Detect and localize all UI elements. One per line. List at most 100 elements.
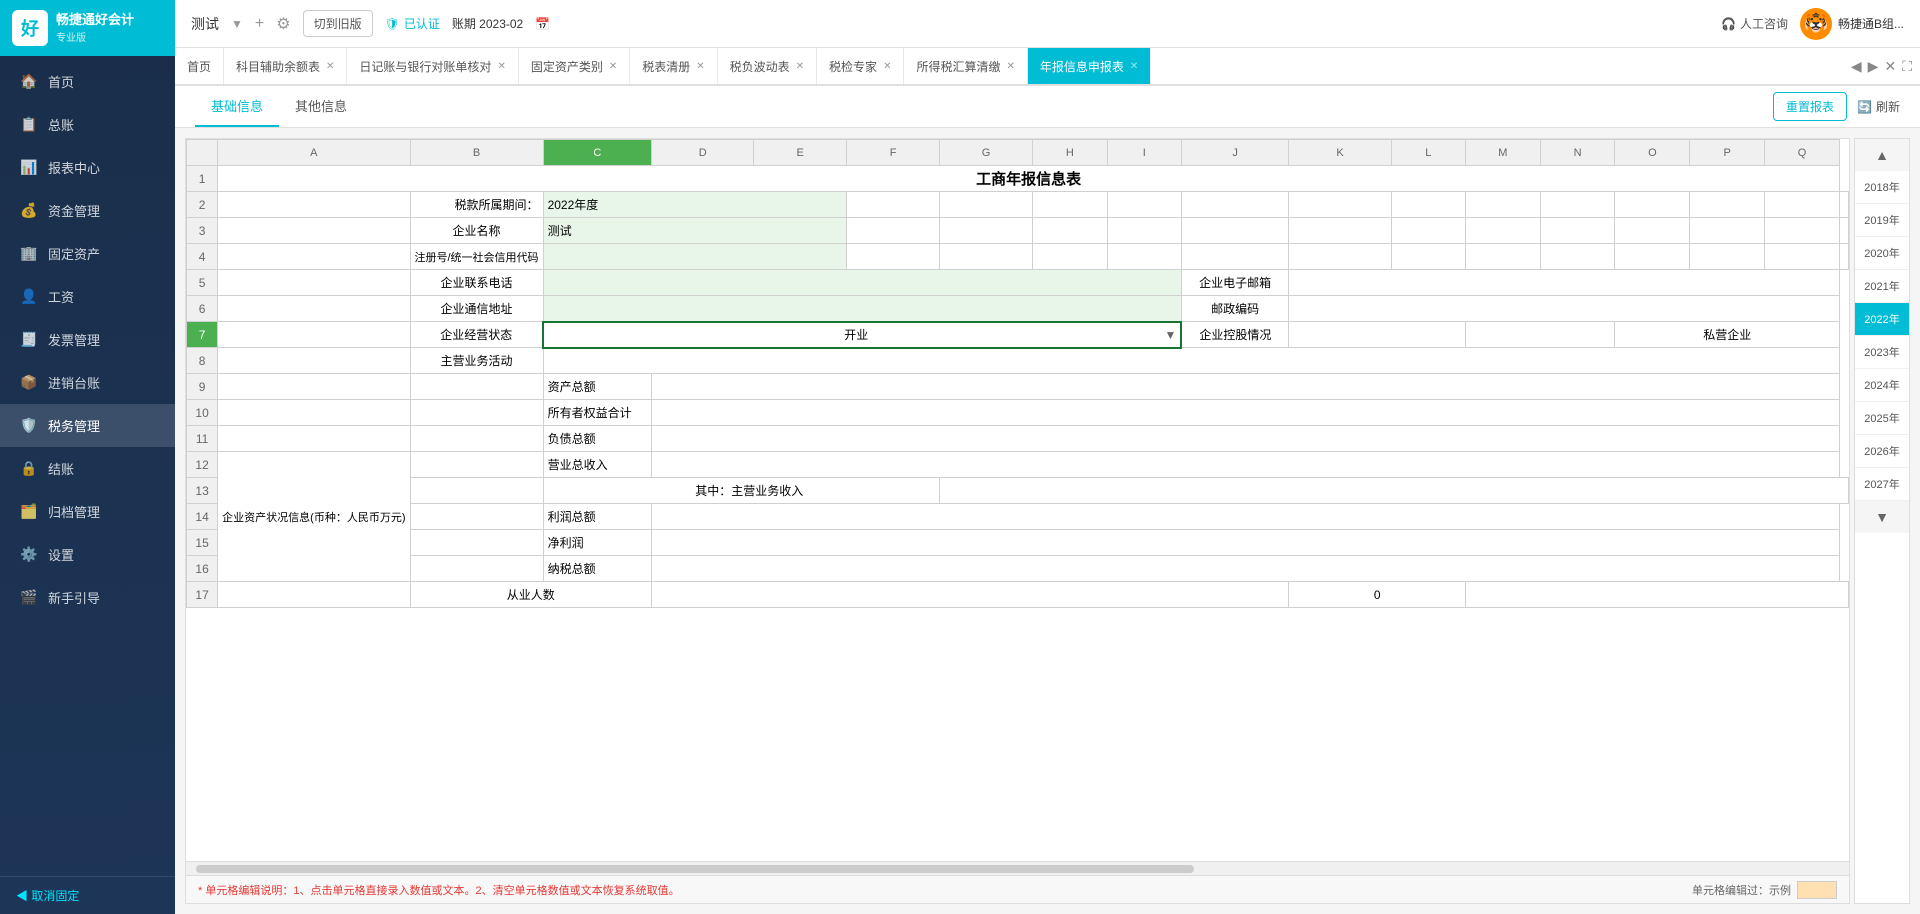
year-item-2024[interactable]: 2024年 [1855, 369, 1909, 402]
tab-annual[interactable]: 年报信息申报表 ✕ [1028, 48, 1151, 84]
tab-fixed-asset-close[interactable]: ✕ [609, 61, 617, 72]
tab-aux-close[interactable]: ✕ [326, 61, 334, 72]
sidebar-item-invoice[interactable]: 🧾 发票管理 [0, 318, 175, 361]
tab-aux[interactable]: 科目辅助余额表 ✕ [224, 48, 347, 84]
cell-15-c[interactable]: 净利润 [543, 530, 652, 556]
cell-3-n[interactable] [1615, 218, 1690, 244]
cell-3-e[interactable] [847, 218, 940, 244]
tab-expand-button[interactable]: ⛶ [1902, 58, 1912, 75]
cell-2-o[interactable] [1690, 192, 1765, 218]
year-item-2027[interactable]: 2027年 [1855, 468, 1909, 501]
cell-3-h[interactable] [1107, 218, 1181, 244]
cell-14-b[interactable] [410, 504, 543, 530]
topbar-user[interactable]: 🐯 畅捷通B组... [1800, 8, 1904, 40]
tab-annual-close[interactable]: ✕ [1130, 61, 1138, 72]
cell-4-b[interactable]: 注册号/统一社会信用代码 [410, 244, 543, 270]
year-item-2022[interactable]: 2022年 [1855, 303, 1909, 336]
year-item-2026[interactable]: 2026年 [1855, 435, 1909, 468]
sidebar-unpin-button[interactable]: ◀ 取消固定 [0, 876, 175, 914]
cell-4-k[interactable] [1391, 244, 1466, 270]
cell-3-o[interactable] [1690, 218, 1765, 244]
reset-report-button[interactable]: 重置报表 [1773, 92, 1847, 121]
horizontal-scrollbar[interactable] [186, 861, 1849, 875]
sidebar-item-salary[interactable]: 👤 工资 [0, 275, 175, 318]
cell-16-d[interactable] [652, 556, 1840, 582]
cell-3-k[interactable] [1391, 218, 1466, 244]
col-header-a[interactable]: A [218, 140, 410, 166]
cell-6-j[interactable]: 邮政编码 [1181, 296, 1289, 322]
cell-3-j[interactable] [1289, 218, 1391, 244]
cell-9-c[interactable]: 资产总额 [543, 374, 652, 400]
cell-8-b[interactable]: 主营业务活动 [410, 348, 543, 374]
cell-2-i[interactable] [1181, 192, 1289, 218]
cell-9-d[interactable] [652, 374, 1840, 400]
cell-17-k[interactable]: 0 [1289, 582, 1466, 608]
sidebar-item-stock[interactable]: 📦 进销台账 [0, 361, 175, 404]
sidebar-item-close[interactable]: 🔒 结账 [0, 447, 175, 490]
col-header-j[interactable]: J [1181, 140, 1289, 166]
sidebar-item-report[interactable]: 📊 报表中心 [0, 146, 175, 189]
cell-7-l[interactable] [1466, 322, 1615, 348]
year-item-2020[interactable]: 2020年 [1855, 237, 1909, 270]
cell-10-a[interactable] [218, 400, 410, 426]
cell-3-a[interactable] [218, 218, 410, 244]
subtab-basic[interactable]: 基础信息 [195, 86, 279, 127]
cell-3-b[interactable]: 企业名称 [410, 218, 543, 244]
cell-17-b[interactable]: 从业人数 [410, 582, 652, 608]
cell-6-b[interactable]: 企业通信地址 [410, 296, 543, 322]
cell-2-n[interactable] [1615, 192, 1690, 218]
cell-15-b[interactable] [410, 530, 543, 556]
cell-14-c[interactable]: 利润总额 [543, 504, 652, 530]
cell-4-p[interactable] [1765, 244, 1840, 270]
col-header-q[interactable]: Q [1765, 140, 1840, 166]
year-item-2018[interactable]: 2018年 [1855, 171, 1909, 204]
tab-journal[interactable]: 日记账与银行对账单核对 ✕ [347, 48, 518, 84]
cell-11-a[interactable] [218, 426, 410, 452]
cell-3-p[interactable] [1765, 218, 1840, 244]
cell-17-d[interactable] [652, 582, 1289, 608]
cell-6-a[interactable] [218, 296, 410, 322]
sidebar-item-settings[interactable]: ⚙️ 设置 [0, 533, 175, 576]
cell-7-j[interactable]: 企业控股情况 [1181, 322, 1289, 348]
cell-4-e[interactable] [847, 244, 940, 270]
cell-2-m[interactable] [1540, 192, 1615, 218]
cell-3-q[interactable] [1840, 218, 1849, 244]
col-header-g[interactable]: G [939, 140, 1032, 166]
sidebar-item-fund[interactable]: 💰 资金管理 [0, 189, 175, 232]
cell-13-c[interactable]: 其中：主营业务收入 [543, 478, 939, 504]
cell-3-g[interactable] [1032, 218, 1107, 244]
tab-journal-close[interactable]: ✕ [497, 61, 505, 72]
cell-2-b[interactable]: 税款所属期间： [410, 192, 543, 218]
cell-3-f[interactable] [939, 218, 1032, 244]
cell-4-o[interactable] [1690, 244, 1765, 270]
tab-income-tax[interactable]: 所得税汇算清缴 ✕ [904, 48, 1027, 84]
col-header-b[interactable]: B [410, 140, 543, 166]
cell-5-a[interactable] [218, 270, 410, 296]
cell-17-a[interactable] [218, 582, 410, 608]
cell-4-g[interactable] [1032, 244, 1107, 270]
col-header-c[interactable]: C [543, 140, 652, 166]
cell-16-c[interactable]: 纳税总额 [543, 556, 652, 582]
cell-5-k[interactable] [1289, 270, 1840, 296]
old-version-button[interactable]: 切到旧版 [303, 10, 373, 37]
sidebar-item-home[interactable]: 🏠 首页 [0, 60, 175, 103]
topbar-settings-button[interactable]: ⚙ [276, 14, 290, 34]
col-header-m[interactable]: M [1466, 140, 1541, 166]
cell-4-h[interactable] [1107, 244, 1181, 270]
cell-2-e[interactable] [847, 192, 940, 218]
cell-8-a[interactable] [218, 348, 410, 374]
topbar-chevron-icon[interactable]: ▼ [231, 17, 243, 31]
cell-2-k[interactable] [1391, 192, 1466, 218]
cell-4-i[interactable] [1181, 244, 1289, 270]
cell-2-c[interactable]: 2022年度 [543, 192, 847, 218]
tab-prev-button[interactable]: ◀ [1851, 58, 1862, 75]
cell-4-f[interactable] [939, 244, 1032, 270]
cell-4-j[interactable] [1289, 244, 1391, 270]
col-header-i[interactable]: I [1107, 140, 1181, 166]
col-header-h[interactable]: H [1032, 140, 1107, 166]
year-item-2021[interactable]: 2021年 [1855, 270, 1909, 303]
cell-6-c[interactable] [543, 296, 1181, 322]
cell-17-l[interactable] [1466, 582, 1849, 608]
cell-3-c[interactable]: 测试 [543, 218, 847, 244]
cell-6-k[interactable] [1289, 296, 1840, 322]
